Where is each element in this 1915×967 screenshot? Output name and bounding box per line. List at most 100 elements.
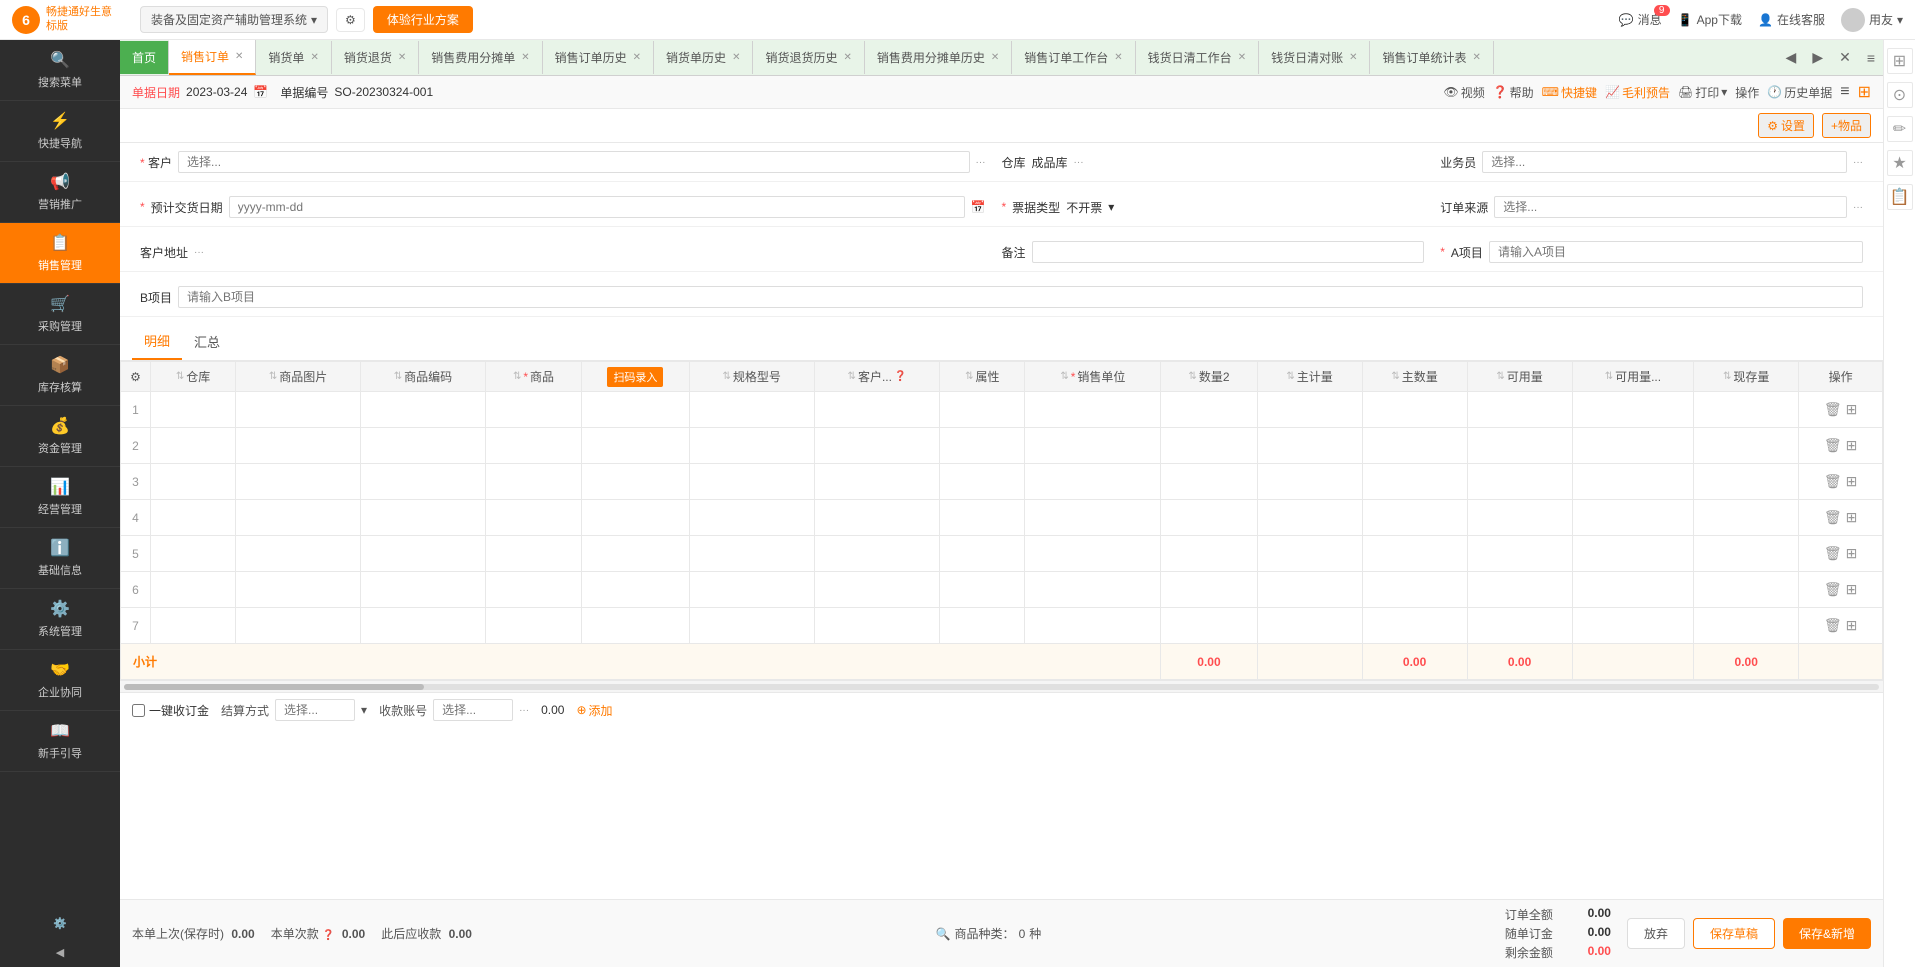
th-current[interactable]: ⇅现存量 xyxy=(1694,362,1799,392)
sidebar-item-business[interactable]: 📊 经营管理 xyxy=(0,467,120,528)
sidebar-item-purchase[interactable]: 🛒 采购管理 xyxy=(0,284,120,345)
sidebar-item-collab[interactable]: 🤝 企业协同 xyxy=(0,650,120,711)
scan-button[interactable]: 扫码录入 xyxy=(607,367,663,387)
tab-close-icon[interactable]: ✕ xyxy=(310,52,318,63)
calendar-icon[interactable]: 📅 xyxy=(253,85,268,99)
delete-row-icon[interactable]: 🗑 xyxy=(1824,545,1842,562)
tab-close-icon[interactable]: ✕ xyxy=(843,52,851,63)
tab-sales-invoice[interactable]: 销货单 ✕ xyxy=(256,41,331,74)
user-menu[interactable]: 用友 ▾ xyxy=(1841,8,1903,32)
th-goods[interactable]: ⇅*商品 xyxy=(485,362,581,392)
tab-close-all-button[interactable]: ✕ xyxy=(1831,43,1859,72)
a-project-input[interactable] xyxy=(1489,241,1863,263)
tab-return-history[interactable]: 销货退货历史 ✕ xyxy=(753,41,864,74)
tab-close-icon[interactable]: ✕ xyxy=(1114,52,1122,63)
calendar-icon[interactable]: 📅 xyxy=(971,200,986,214)
salesperson-more-icon[interactable]: ··· xyxy=(1853,157,1863,168)
th-image[interactable]: ⇅商品图片 xyxy=(236,362,361,392)
tab-sales-return[interactable]: 销货退货 ✕ xyxy=(332,41,419,74)
shortcut-button[interactable]: ⌨ 快捷键 xyxy=(1542,84,1597,101)
sidebar-settings[interactable]: ⚙️ xyxy=(0,909,120,938)
tab-close-icon[interactable]: ✕ xyxy=(398,52,406,63)
copy-row-icon[interactable]: ⊞ xyxy=(1846,581,1858,598)
right-panel-clip-icon[interactable]: 📋 xyxy=(1887,184,1913,210)
online-service-button[interactable]: 👤 在线客服 xyxy=(1758,11,1825,28)
settings-icon-wrap[interactable]: ⚙ xyxy=(336,8,365,32)
system-title[interactable]: 装备及固定资产辅助管理系统 ▾ xyxy=(140,6,328,33)
copy-row-icon[interactable]: ⊞ xyxy=(1846,509,1858,526)
tab-stats[interactable]: 销售订单统计表 ✕ xyxy=(1370,41,1493,74)
sidebar-item-inventory[interactable]: 📦 库存核算 xyxy=(0,345,120,406)
tab-close-icon[interactable]: ✕ xyxy=(633,52,641,63)
history-button[interactable]: 🕐 历史单据 xyxy=(1767,84,1832,101)
right-panel-star-icon[interactable]: ★ xyxy=(1887,150,1913,176)
tab-close-icon[interactable]: ✕ xyxy=(235,51,243,62)
grid-view-icon[interactable]: ⊞ xyxy=(1858,82,1871,102)
tab-invoice-history[interactable]: 销货单历史 ✕ xyxy=(654,41,753,74)
tab-close-icon[interactable]: ✕ xyxy=(1349,52,1357,63)
th-customer-code[interactable]: ⇅客户...❓ xyxy=(814,362,940,392)
copy-row-icon[interactable]: ⊞ xyxy=(1846,545,1858,562)
tab-next-button[interactable]: ▶ xyxy=(1804,43,1831,72)
customer-input[interactable] xyxy=(178,151,969,173)
save-draft-button[interactable]: 保存草稿 xyxy=(1693,918,1775,949)
table-scrollbar[interactable] xyxy=(120,680,1883,692)
right-panel-grid-icon[interactable]: ⊞ xyxy=(1887,48,1913,74)
th-available2[interactable]: ⇅可用量... xyxy=(1572,362,1694,392)
copy-row-icon[interactable]: ⊞ xyxy=(1846,401,1858,418)
sidebar-item-marketing[interactable]: 📢 营销推广 xyxy=(0,162,120,223)
solution-button[interactable]: 体验行业方案 xyxy=(373,6,473,33)
th-settings[interactable]: ⚙ xyxy=(121,362,151,392)
b-project-input[interactable] xyxy=(178,286,1863,308)
sidebar-item-guide[interactable]: 📖 新手引导 xyxy=(0,711,120,772)
delete-row-icon[interactable]: 🗑 xyxy=(1824,437,1842,454)
delete-row-icon[interactable]: 🗑 xyxy=(1824,401,1842,418)
sidebar-item-search[interactable]: 🔍 搜索菜单 xyxy=(0,40,120,101)
tab-sales-order[interactable]: 销售订单 ✕ xyxy=(169,40,256,75)
tab-daily-workbench[interactable]: 钱货日清工作台 ✕ xyxy=(1136,41,1259,74)
help-button[interactable]: ❓ 帮助 xyxy=(1493,84,1534,101)
account-input[interactable] xyxy=(433,699,513,721)
th-code[interactable]: ⇅商品编码 xyxy=(361,362,486,392)
th-qty2[interactable]: ⇅数量2 xyxy=(1161,362,1257,392)
salesperson-input[interactable] xyxy=(1482,151,1847,173)
chevron-down-icon[interactable]: ▾ xyxy=(1108,200,1114,214)
settings-button[interactable]: ⚙ 设置 xyxy=(1758,113,1814,138)
table-view-icon[interactable]: ≡ xyxy=(1840,83,1849,101)
delete-row-icon[interactable]: 🗑 xyxy=(1824,581,1842,598)
view-button[interactable]: 👁 视频 xyxy=(1443,84,1484,101)
save-new-button[interactable]: 保存&新增 xyxy=(1783,918,1871,949)
th-warehouse[interactable]: ⇅仓库 xyxy=(151,362,236,392)
copy-row-icon[interactable]: ⊞ xyxy=(1846,617,1858,634)
tab-detail[interactable]: 明细 xyxy=(132,323,182,360)
th-unit[interactable]: ⇅*销售单位 xyxy=(1025,362,1161,392)
delete-row-icon[interactable]: 🗑 xyxy=(1824,473,1842,490)
tab-fee-split[interactable]: 销售费用分摊单 ✕ xyxy=(419,41,542,74)
th-available[interactable]: ⇅可用量 xyxy=(1467,362,1572,392)
th-main-unit[interactable]: ⇅主计量 xyxy=(1257,362,1362,392)
discard-button[interactable]: 放弃 xyxy=(1627,918,1685,949)
tab-menu-button[interactable]: ≡ xyxy=(1859,44,1883,72)
order-source-more-icon[interactable]: ··· xyxy=(1853,202,1863,213)
chevron-down-icon[interactable]: ▾ xyxy=(361,703,367,717)
one-click-input[interactable] xyxy=(132,704,145,717)
tab-close-icon[interactable]: ✕ xyxy=(991,52,999,63)
delivery-input[interactable] xyxy=(229,196,965,218)
sidebar-item-finance[interactable]: 💰 资金管理 xyxy=(0,406,120,467)
add-goods-button[interactable]: +物品 xyxy=(1822,113,1871,138)
addr-more-icon[interactable]: ··· xyxy=(194,247,204,258)
sidebar-item-basic[interactable]: ℹ️ 基础信息 xyxy=(0,528,120,589)
copy-row-icon[interactable]: ⊞ xyxy=(1846,473,1858,490)
tab-fee-history[interactable]: 销售费用分摊单历史 ✕ xyxy=(865,41,1012,74)
tab-close-icon[interactable]: ✕ xyxy=(732,52,740,63)
scrollbar-thumb[interactable] xyxy=(124,684,424,690)
print-button[interactable]: 🖨 打印 ▾ xyxy=(1678,84,1727,101)
app-download-button[interactable]: 📱 App下载 xyxy=(1678,11,1742,28)
th-spec[interactable]: ⇅规格型号 xyxy=(689,362,814,392)
tab-home[interactable]: 首页 xyxy=(120,41,169,74)
message-button[interactable]: 💬 消息 9 xyxy=(1619,11,1662,28)
tab-summary[interactable]: 汇总 xyxy=(182,324,232,359)
th-scan[interactable]: 扫码录入 xyxy=(582,362,690,392)
tab-close-icon[interactable]: ✕ xyxy=(521,52,529,63)
right-panel-edit-icon[interactable]: ✏ xyxy=(1887,116,1913,142)
